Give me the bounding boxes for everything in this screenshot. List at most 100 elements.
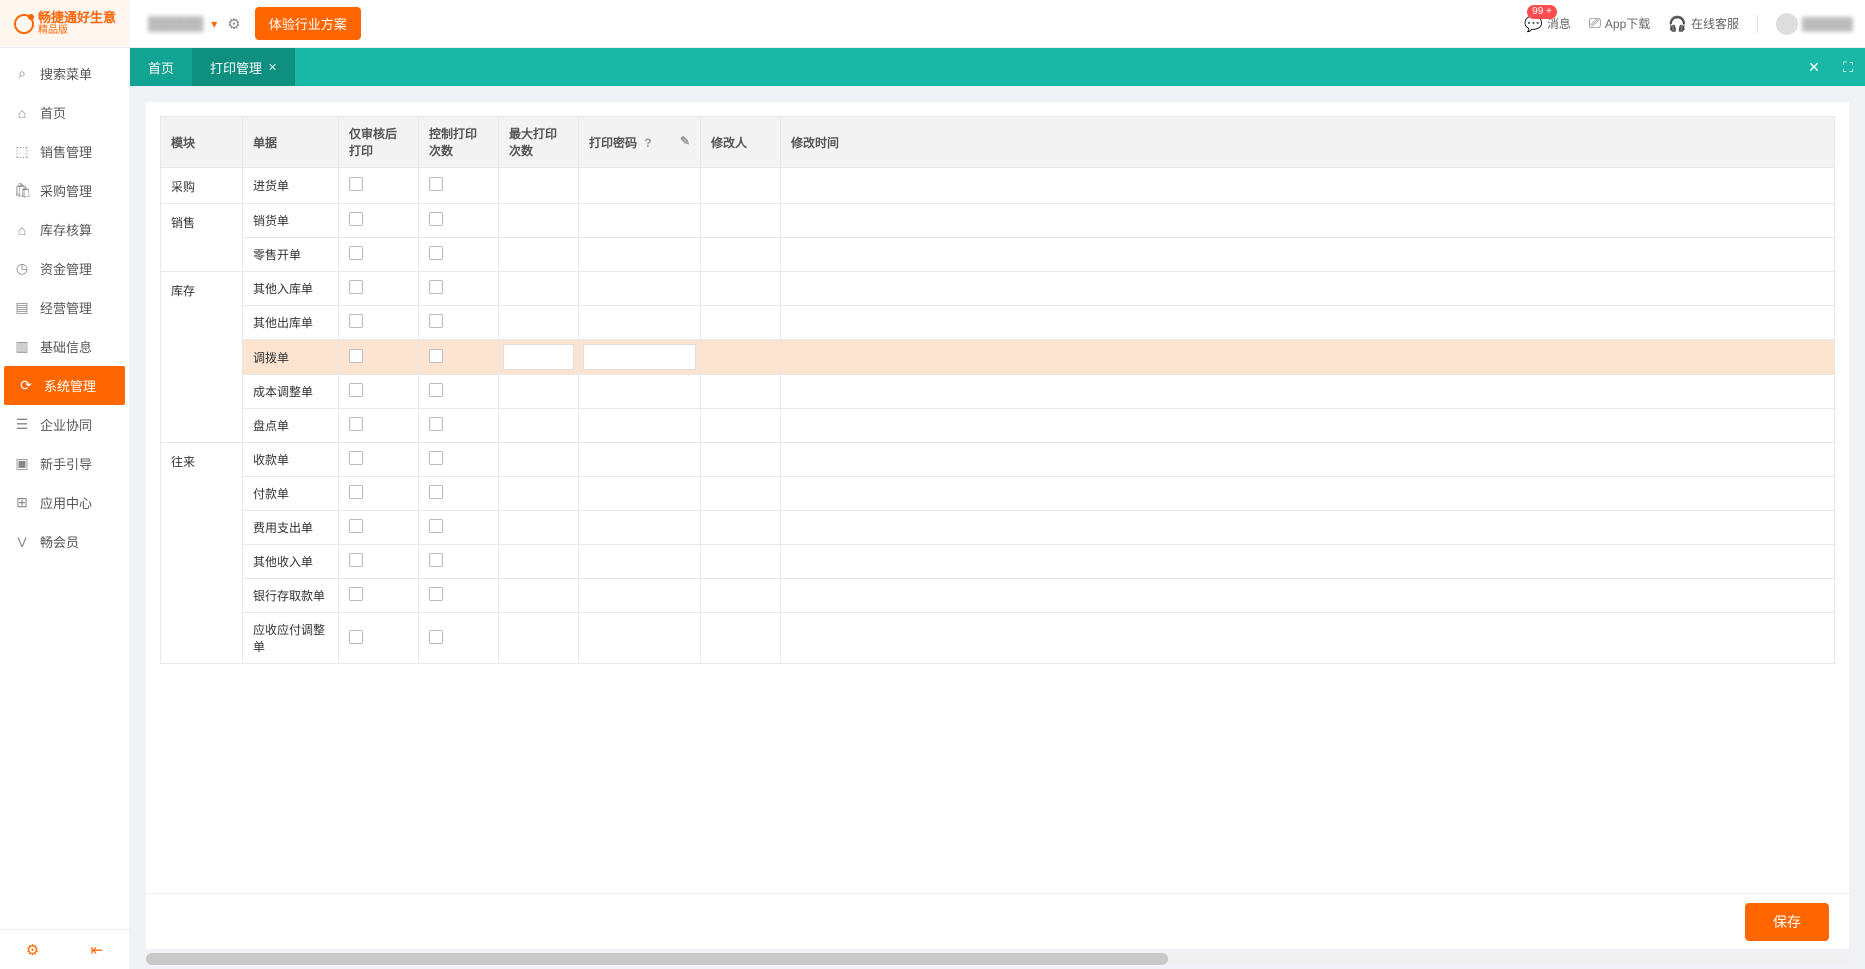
checkbox-control[interactable] bbox=[429, 383, 443, 397]
checkbox-control[interactable] bbox=[429, 451, 443, 465]
checkbox-audited[interactable] bbox=[349, 630, 363, 644]
table-row: 往来收款单 bbox=[161, 443, 1835, 477]
checkbox-control[interactable] bbox=[429, 177, 443, 191]
checkbox-control[interactable] bbox=[429, 630, 443, 644]
checkbox-control[interactable] bbox=[429, 212, 443, 226]
sidebar-footer: ⚙ ⇤ bbox=[0, 929, 129, 969]
checkbox-control[interactable] bbox=[429, 519, 443, 533]
sidebar-item-0[interactable]: ⌕ 搜索菜单 bbox=[0, 54, 129, 93]
sidebar-item-10[interactable]: ▣新手引导 bbox=[0, 444, 129, 483]
sidebar-item-icon: ⌕ bbox=[14, 65, 30, 82]
cell-modifier bbox=[701, 511, 781, 545]
sidebar-item-11[interactable]: ⊞应用中心 bbox=[0, 483, 129, 522]
cell-max[interactable] bbox=[499, 340, 579, 375]
cell-modify-time bbox=[781, 443, 1835, 477]
save-button[interactable]: 保存 bbox=[1745, 903, 1829, 941]
sidebar-item-8[interactable]: ⟳系统管理 bbox=[4, 366, 125, 405]
cell-max bbox=[499, 409, 579, 443]
close-icon[interactable]: ✕ bbox=[268, 61, 277, 74]
topbar-actions: 💬 99 + 消息 ⎚ App下载 🎧 在线客服 ██████ bbox=[1524, 13, 1853, 35]
cell-modify-time bbox=[781, 238, 1835, 272]
app-download-button[interactable]: ⎚ App下载 bbox=[1589, 15, 1650, 32]
checkbox-audited[interactable] bbox=[349, 383, 363, 397]
sidebar-item-4[interactable]: ⌂库存核算 bbox=[0, 210, 129, 249]
sidebar-item-icon: V bbox=[14, 534, 30, 550]
checkbox-audited[interactable] bbox=[349, 519, 363, 533]
sidebar-item-6[interactable]: ▤经营管理 bbox=[0, 288, 129, 327]
checkbox-audited[interactable] bbox=[349, 553, 363, 567]
checkbox-audited[interactable] bbox=[349, 451, 363, 465]
checkbox-audited[interactable] bbox=[349, 485, 363, 499]
checkbox-audited[interactable] bbox=[349, 246, 363, 260]
table-row: 银行存取款单 bbox=[161, 579, 1835, 613]
sidebar-item-1[interactable]: ⌂首页 bbox=[0, 93, 129, 132]
sidebar-item-label: 销售管理 bbox=[40, 142, 92, 161]
cell-audited bbox=[339, 272, 419, 306]
sidebar-item-label: 畅会员 bbox=[40, 532, 79, 551]
tab-print-management[interactable]: 打印管理 ✕ bbox=[192, 48, 295, 86]
cell-password bbox=[579, 579, 701, 613]
sidebar-item-label: 库存核算 bbox=[40, 220, 92, 239]
sidebar-item-3[interactable]: 🛍采购管理 bbox=[0, 171, 129, 210]
checkbox-audited[interactable] bbox=[349, 417, 363, 431]
cell-audited bbox=[339, 545, 419, 579]
checkbox-audited[interactable] bbox=[349, 280, 363, 294]
doc-cell: 应收应付调整单 bbox=[243, 613, 339, 664]
checkbox-audited[interactable] bbox=[349, 349, 363, 363]
cell-audited bbox=[339, 511, 419, 545]
fullscreen-icon[interactable]: ⛶ bbox=[1831, 48, 1865, 86]
table-row: 费用支出单 bbox=[161, 511, 1835, 545]
online-service-button[interactable]: 🎧 在线客服 bbox=[1668, 15, 1739, 33]
cell-max bbox=[499, 375, 579, 409]
sidebar-item-2[interactable]: ⬚ 销售管理 bbox=[0, 132, 129, 171]
checkbox-control[interactable] bbox=[429, 417, 443, 431]
sidebar-item-icon: ◷ bbox=[14, 260, 30, 277]
gear-icon[interactable]: ⚙ bbox=[227, 15, 240, 33]
edit-icon[interactable]: ✎ bbox=[680, 134, 690, 148]
checkbox-audited[interactable] bbox=[349, 314, 363, 328]
cell-modify-time bbox=[781, 579, 1835, 613]
checkbox-audited[interactable] bbox=[349, 212, 363, 226]
cell-max bbox=[499, 511, 579, 545]
table-row: 盘点单 bbox=[161, 409, 1835, 443]
checkbox-audited[interactable] bbox=[349, 177, 363, 191]
tab-close-current-icon[interactable]: ✕ bbox=[1797, 48, 1831, 86]
cell-modifier bbox=[701, 613, 781, 664]
sidebar: ⌕ 搜索菜单 ⌂首页 ⬚ 销售管理 🛍采购管理⌂库存核算◷资金管理▤经营管理▥基础信息⟳系… bbox=[0, 48, 130, 969]
cell-control bbox=[419, 238, 499, 272]
tab-home[interactable]: 首页 bbox=[130, 48, 192, 86]
headset-icon: 🎧 bbox=[1668, 15, 1687, 33]
cell-audited bbox=[339, 375, 419, 409]
checkbox-control[interactable] bbox=[429, 314, 443, 328]
user-menu[interactable]: ██████ bbox=[1776, 13, 1853, 35]
chat-icon: 💬 99 + bbox=[1524, 15, 1543, 33]
online-service-label: 在线客服 bbox=[1691, 15, 1739, 32]
sidebar-item-12[interactable]: V 畅会员 bbox=[0, 522, 129, 561]
sidebar-item-icon: ⬚ bbox=[14, 143, 30, 160]
messages-button[interactable]: 💬 99 + 消息 bbox=[1524, 15, 1571, 33]
horizontal-scrollbar[interactable] bbox=[146, 953, 1849, 965]
try-industry-button[interactable]: 体验行业方案 bbox=[255, 7, 361, 40]
sidebar-item-5[interactable]: ◷资金管理 bbox=[0, 249, 129, 288]
th-password: 打印密码 ? ✎ bbox=[579, 117, 701, 168]
cell-password[interactable] bbox=[579, 340, 701, 375]
collapse-icon[interactable]: ⇤ bbox=[91, 941, 104, 959]
doc-cell: 零售开单 bbox=[243, 238, 339, 272]
th-audited: 仅审核后打印 bbox=[339, 117, 419, 168]
sidebar-item-9[interactable]: ☰企业协同 bbox=[0, 405, 129, 444]
brand-logo[interactable]: 畅捷通好生意 精品版 bbox=[0, 0, 130, 47]
sidebar-item-7[interactable]: ▥基础信息 bbox=[0, 327, 129, 366]
help-icon[interactable]: ? bbox=[644, 136, 651, 150]
checkbox-control[interactable] bbox=[429, 485, 443, 499]
sidebar-item-label: 搜索菜单 bbox=[40, 64, 92, 83]
org-selector[interactable]: ██████ ▾ bbox=[148, 16, 217, 31]
checkbox-control[interactable] bbox=[429, 587, 443, 601]
sidebar-item-label: 首页 bbox=[40, 103, 66, 122]
checkbox-audited[interactable] bbox=[349, 587, 363, 601]
scrollbar-thumb[interactable] bbox=[146, 953, 1168, 965]
checkbox-control[interactable] bbox=[429, 349, 443, 363]
checkbox-control[interactable] bbox=[429, 553, 443, 567]
checkbox-control[interactable] bbox=[429, 246, 443, 260]
settings-icon[interactable]: ⚙ bbox=[26, 941, 39, 959]
checkbox-control[interactable] bbox=[429, 280, 443, 294]
